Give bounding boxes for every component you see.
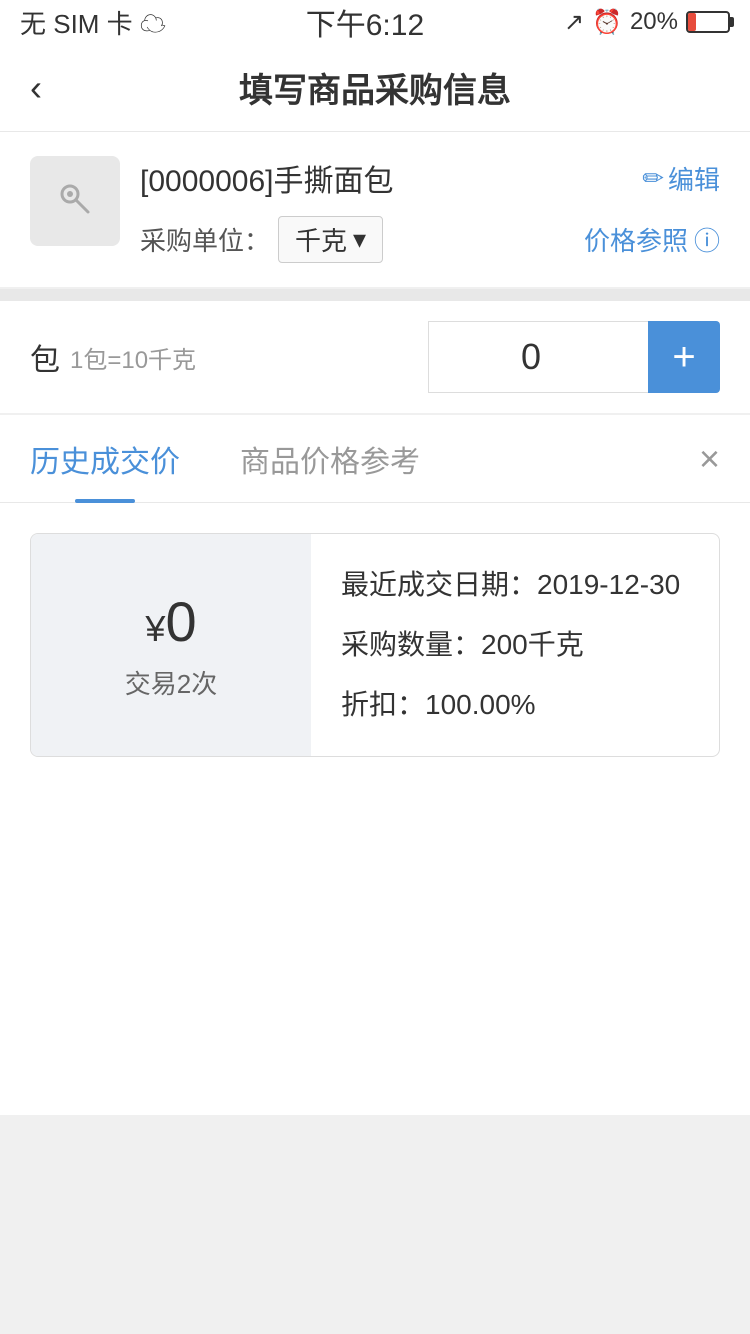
currency-symbol: ¥ [145, 608, 165, 649]
quantity-input-group: + [428, 321, 720, 393]
tab-price-reference[interactable]: 商品价格参考 [240, 415, 420, 503]
tab-active-indicator [75, 499, 135, 503]
price-ref-button[interactable]: 价格参照 ⓘ [584, 221, 720, 258]
no-sim-text: 无 SIM 卡 ☁ [20, 4, 166, 41]
edit-icon: ✏ [642, 163, 664, 194]
discount-row: 折扣：100.00% [341, 684, 689, 726]
purchase-qty-row: 采购数量：200千克 [341, 624, 689, 666]
price-card-left: ¥0 交易2次 [31, 534, 311, 756]
status-right: ↗ ⏰ 20% [564, 8, 730, 37]
alarm-icon: ⏰ [592, 8, 622, 37]
tab-price-ref-label: 商品价格参考 [240, 437, 420, 481]
price-card: ¥0 交易2次 最近成交日期：2019-12-30 采购数量：200千克 折扣：… [30, 533, 720, 757]
dropdown-icon: ▾ [353, 224, 366, 255]
price-card-right: 最近成交日期：2019-12-30 采购数量：200千克 折扣：100.00% [311, 534, 719, 756]
page-title: 填写商品采购信息 [239, 63, 511, 112]
quantity-label: 包 1包=10千克 [30, 335, 196, 379]
status-time: 下午6:12 [306, 0, 424, 44]
purchase-unit-label: 采购单位： 千克 ▾ [140, 216, 383, 263]
question-icon: ⓘ [694, 221, 720, 258]
back-button[interactable]: ‹ [30, 67, 42, 109]
product-info: [0000006]手撕面包 ✏ 编辑 采购单位： 千克 ▾ 价格参照 ⓘ [140, 156, 720, 263]
tabs-group: 历史成交价 商品价格参考 [30, 415, 420, 503]
recent-date-row: 最近成交日期：2019-12-30 [341, 564, 689, 606]
location-icon: ↗ [564, 8, 584, 37]
section-divider [0, 289, 750, 301]
quantity-unit: 包 [30, 335, 60, 379]
price-amount: ¥0 [145, 589, 196, 654]
quantity-convert: 1包=10千克 [70, 340, 196, 375]
unit-select[interactable]: 千克 ▾ [278, 216, 383, 263]
quantity-input[interactable] [428, 321, 648, 393]
tab-history-label: 历史成交价 [30, 437, 180, 481]
product-name: [0000006]手撕面包 [140, 156, 393, 200]
trade-count: 交易2次 [125, 664, 217, 701]
main-content: 历史成交价 商品价格参考 × ¥0 交易2次 最近成交日期：2019-12-30 [0, 415, 750, 1115]
product-thumbnail [30, 156, 120, 246]
tab-close-button[interactable]: × [699, 441, 720, 477]
battery-icon [686, 11, 730, 33]
tab-history-price[interactable]: 历史成交价 [30, 415, 180, 503]
product-card: [0000006]手撕面包 ✏ 编辑 采购单位： 千克 ▾ 价格参照 ⓘ [0, 132, 750, 287]
price-card-container: ¥0 交易2次 最近成交日期：2019-12-30 采购数量：200千克 折扣：… [0, 503, 750, 757]
tabs-bar: 历史成交价 商品价格参考 × [0, 415, 750, 503]
status-bar: 无 SIM 卡 ☁ 下午6:12 ↗ ⏰ 20% [0, 0, 750, 44]
quantity-row: 包 1包=10千克 + [0, 301, 750, 413]
status-left: 无 SIM 卡 ☁ [20, 4, 166, 41]
nav-bar: ‹ 填写商品采购信息 [0, 44, 750, 132]
battery-percent: 20% [630, 8, 678, 36]
edit-button[interactable]: ✏ 编辑 [642, 160, 720, 197]
quantity-plus-button[interactable]: + [648, 321, 720, 393]
